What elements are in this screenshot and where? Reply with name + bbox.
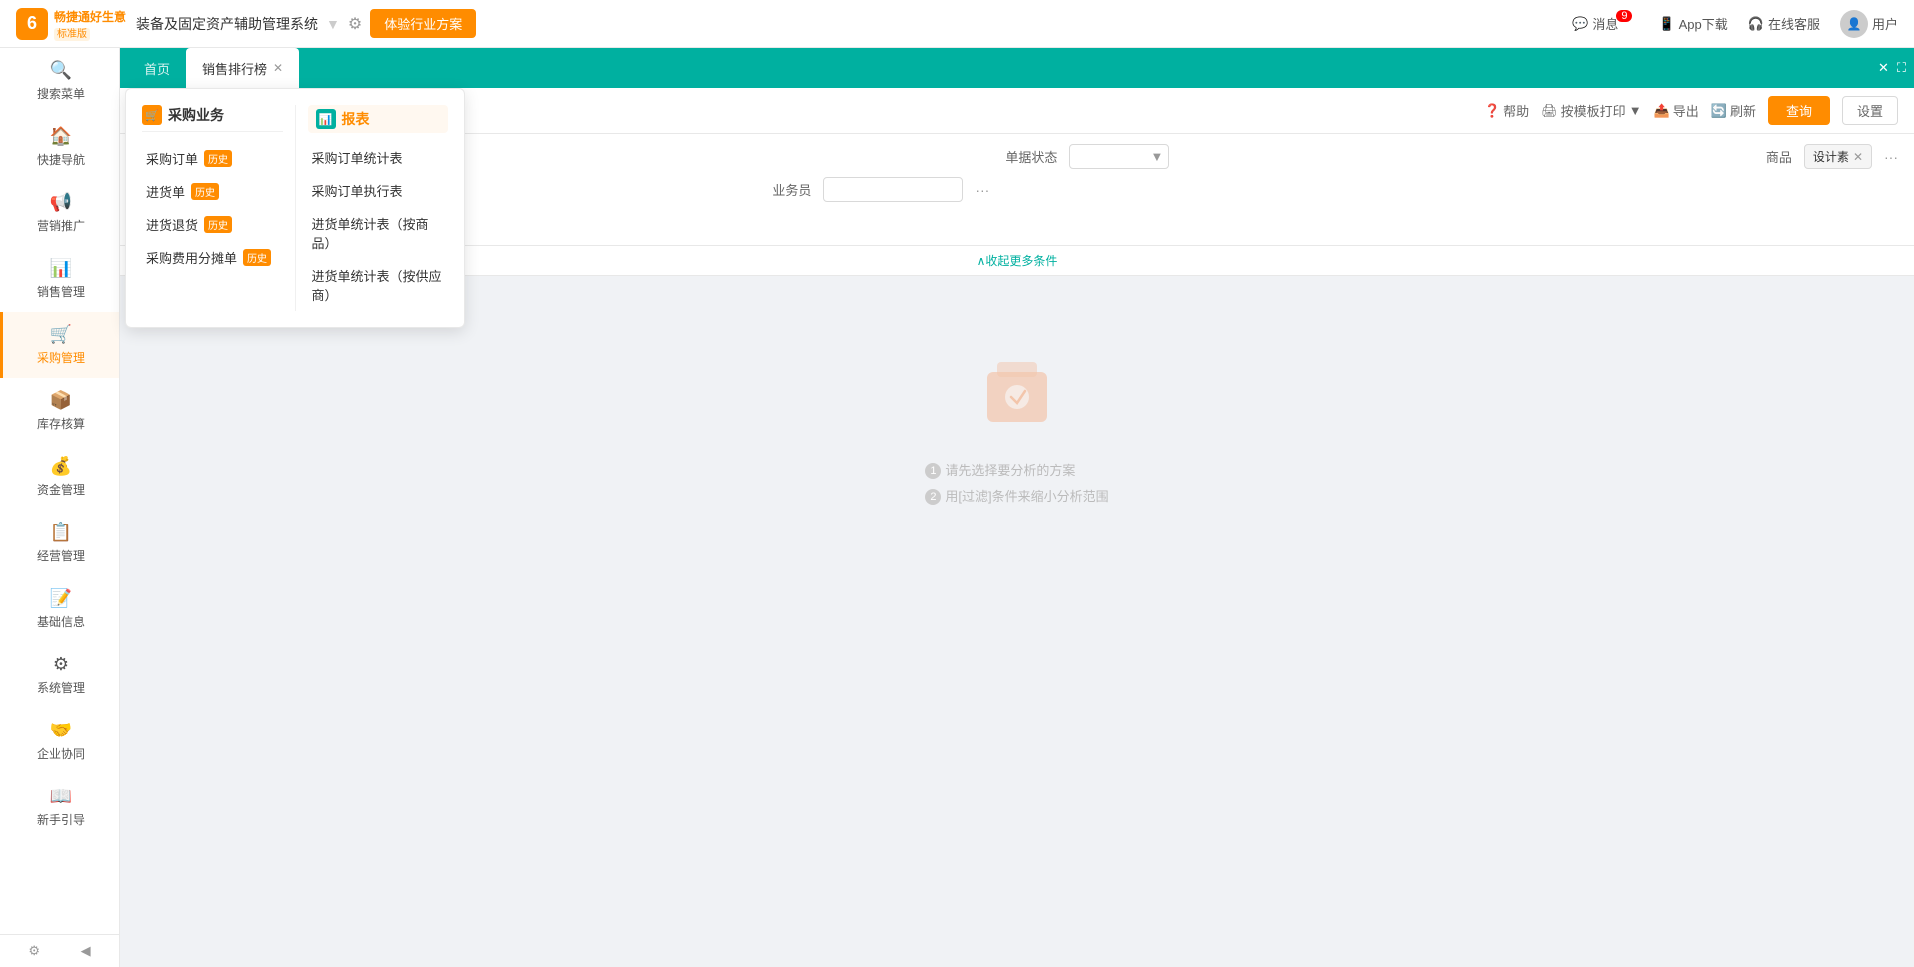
menu-item-stock-return[interactable]: 进货退货 历史 xyxy=(142,208,283,241)
tab-right-buttons: ✕ ⛶ xyxy=(1878,60,1906,76)
sidebar-item-sales[interactable]: 📊 销售管理 xyxy=(0,246,119,312)
salesman-more-btn[interactable]: ··· xyxy=(975,182,989,198)
sidebar-settings-btn[interactable]: ⚙ xyxy=(28,943,40,959)
inventory-icon: 📦 xyxy=(50,390,72,411)
export-icon: 📤 xyxy=(1654,103,1670,119)
tab-home[interactable]: 首页 xyxy=(128,48,186,88)
help-btn[interactable]: ❓ 帮助 xyxy=(1484,101,1529,120)
phone-icon: 📱 xyxy=(1658,16,1674,32)
status-label: 单据状态 xyxy=(1005,147,1057,166)
enterprise-icon: 🤝 xyxy=(50,720,72,741)
app-download-btn[interactable]: 📱 App下载 xyxy=(1658,14,1727,33)
sidebar: 🔍 搜索菜单 🏠 快捷导航 📢 营销推广 📊 销售管理 🛒 采购管理 📦 库存核… xyxy=(0,48,120,967)
marketing-icon: 📢 xyxy=(50,192,72,213)
history-badge-1: 历史 xyxy=(191,183,219,200)
status-select[interactable] xyxy=(1069,144,1169,169)
guide-icon: 📖 xyxy=(50,786,72,807)
purchase-dropdown-menu: 🛒 采购业务 采购订单 历史 进货单 历史 进货退货 历史 采购费用分摊单 历史 xyxy=(125,88,465,328)
empty-illustration xyxy=(967,342,1067,442)
refresh-btn[interactable]: 🔄 刷新 xyxy=(1711,101,1756,120)
sidebar-item-enterprise[interactable]: 🤝 企业协同 xyxy=(0,708,119,774)
print-icon: 🖨 xyxy=(1541,103,1558,119)
print-dropdown-icon: ▼ xyxy=(1629,103,1642,118)
menu-item-purchase-order-exec[interactable]: 采购订单执行表 xyxy=(308,174,449,207)
menu-item-stock-stat-supplier[interactable]: 进货单统计表（按供应商） xyxy=(308,259,449,311)
dropdown-cols: 🛒 采购业务 采购订单 历史 进货单 历史 进货退货 历史 采购费用分摊单 历史 xyxy=(142,105,448,311)
product-tag: 设计素 ✕ xyxy=(1804,144,1872,169)
search-icon: 🔍 xyxy=(50,60,72,81)
salesman-label: 业务员 xyxy=(772,180,811,199)
system-title-text: 装备及固定资产辅助管理系统 xyxy=(136,14,318,34)
sidebar-item-finance[interactable]: 💰 资金管理 xyxy=(0,444,119,510)
logo-tag: 标准版 xyxy=(54,28,90,41)
refresh-icon: 🔄 xyxy=(1711,103,1727,119)
top-right-area: 💬 消息 9 📱 App下载 🎧 在线客服 👤 用户 xyxy=(1572,10,1898,38)
tab-sales-ranking[interactable]: 销售排行榜 ✕ xyxy=(186,48,299,88)
col-divider xyxy=(295,105,296,311)
sidebar-item-purchase[interactable]: 🛒 采购管理 xyxy=(0,312,119,378)
sales-icon: 📊 xyxy=(50,258,72,279)
purchase-col-icon: 🛒 xyxy=(142,105,162,125)
headset-icon: 🎧 xyxy=(1748,16,1764,32)
tab-bar: 首页 销售排行榜 ✕ ✕ ⛶ xyxy=(120,48,1914,88)
sidebar-item-basic-info[interactable]: 📝 基础信息 xyxy=(0,576,119,642)
industry-btn[interactable]: 体验行业方案 xyxy=(370,9,476,38)
sidebar-item-system[interactable]: ⚙ 系统管理 xyxy=(0,642,119,708)
collapse-icon: ∧ xyxy=(977,254,986,268)
sidebar-item-inventory[interactable]: 📦 库存核算 xyxy=(0,378,119,444)
product-tag-close[interactable]: ✕ xyxy=(1853,150,1863,164)
product-more-btn[interactable]: ··· xyxy=(1884,149,1898,165)
logo-icon: 6 xyxy=(16,8,48,40)
sidebar-item-operations[interactable]: 📋 经营管理 xyxy=(0,510,119,576)
sidebar-item-marketing[interactable]: 📢 营销推广 xyxy=(0,180,119,246)
menu-item-purchase-order[interactable]: 采购订单 历史 xyxy=(142,142,283,175)
finance-icon: 💰 xyxy=(50,456,72,477)
print-btn[interactable]: 🖨 按模板打印 ▼ xyxy=(1541,101,1641,120)
avatar: 👤 xyxy=(1840,10,1868,38)
purchase-col-title: 🛒 采购业务 xyxy=(142,105,283,132)
sidebar-bottom: ⚙ ◀ xyxy=(0,934,119,967)
sidebar-collapse-btn[interactable]: ◀ xyxy=(81,943,91,959)
menu-item-stock-stat-product[interactable]: 进货单统计表（按商品） xyxy=(308,207,449,259)
user-btn[interactable]: 👤 用户 xyxy=(1840,10,1898,38)
operations-icon: 📋 xyxy=(50,522,72,543)
report-col-icon: 📊 xyxy=(316,109,336,129)
product-label: 商品 xyxy=(1766,147,1792,166)
purchase-col: 🛒 采购业务 采购订单 历史 进货单 历史 进货退货 历史 采购费用分摊单 历史 xyxy=(142,105,283,311)
sidebar-item-guide[interactable]: 📖 新手引导 xyxy=(0,774,119,840)
tab-expand-btn[interactable]: ⛶ xyxy=(1897,60,1906,76)
help-icon: ❓ xyxy=(1484,103,1500,119)
basicinfo-icon: 📝 xyxy=(50,588,72,609)
menu-item-purchase-order-stat[interactable]: 采购订单统计表 xyxy=(308,141,449,174)
sidebar-item-quick-nav[interactable]: 🏠 快捷导航 xyxy=(0,114,119,180)
settings-icon[interactable]: ⚙ xyxy=(348,14,362,34)
menu-item-purchase-cost[interactable]: 采购费用分摊单 历史 xyxy=(142,241,283,274)
empty-hints: 1 请先选择要分析的方案 2 用[过滤]条件来缩小分析范围 xyxy=(925,458,1108,510)
menu-item-stock-in[interactable]: 进货单 历史 xyxy=(142,175,283,208)
query-btn[interactable]: 查询 xyxy=(1768,96,1830,125)
purchase-icon: 🛒 xyxy=(50,324,72,345)
topbar: 6 畅捷通好生意 标准版 装备及固定资产辅助管理系统 ▼ ⚙ 体验行业方案 💬 … xyxy=(0,0,1914,48)
sidebar-item-search-menu[interactable]: 🔍 搜索菜单 xyxy=(0,48,119,114)
home-icon: 🏠 xyxy=(50,126,72,147)
system-title-area: 装备及固定资产辅助管理系统 ▼ ⚙ 体验行业方案 xyxy=(136,9,1572,38)
history-badge-2: 历史 xyxy=(204,216,232,233)
history-badge-3: 历史 xyxy=(243,249,271,266)
salesman-input[interactable] xyxy=(823,177,963,202)
logo-text: 畅捷通好生意 标准版 xyxy=(54,8,126,40)
logo-area: 6 畅捷通好生意 标准版 xyxy=(16,8,136,40)
report-col: 📊 报表 采购订单统计表 采购订单执行表 进货单统计表（按商品） 进货单统计表（… xyxy=(308,105,449,311)
messages-btn[interactable]: 💬 消息 9 xyxy=(1572,14,1638,33)
tab-close-btn[interactable]: ✕ xyxy=(273,61,283,75)
report-col-title: 📊 报表 xyxy=(308,105,449,133)
online-service-btn[interactable]: 🎧 在线客服 xyxy=(1748,14,1820,33)
export-btn[interactable]: 📤 导出 xyxy=(1654,101,1699,120)
message-badge: 9 xyxy=(1616,10,1632,22)
message-icon: 💬 xyxy=(1572,16,1588,32)
history-badge-0: 历史 xyxy=(204,150,232,167)
system-icon: ⚙ xyxy=(53,654,69,675)
setting-btn[interactable]: 设置 xyxy=(1842,96,1898,125)
tab-window-close-btn[interactable]: ✕ xyxy=(1878,60,1889,76)
